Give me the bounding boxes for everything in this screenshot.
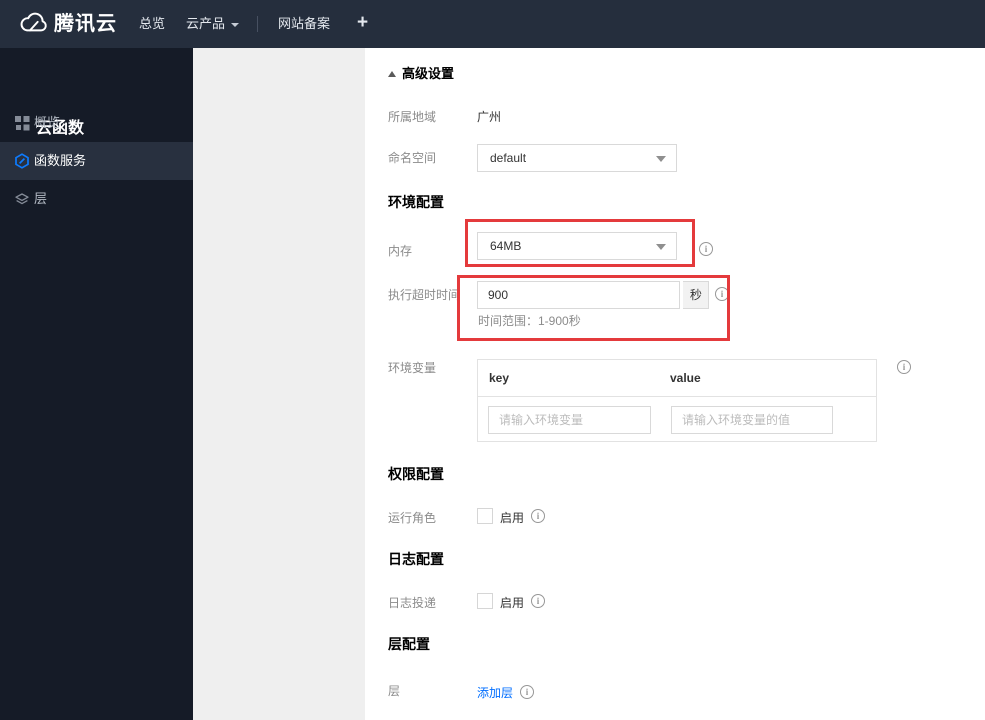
chevron-down-icon (231, 22, 240, 27)
memory-label: 内存 (388, 244, 413, 258)
chevron-down-icon (656, 156, 666, 162)
annotation-box-memory (465, 219, 695, 267)
sidebar-item-label: 概览 (34, 115, 61, 130)
collapsed-list-panel (193, 48, 365, 720)
sidebar-item-layers[interactable]: 层 (0, 180, 193, 218)
envvar-info-icon[interactable]: i (897, 360, 911, 374)
log-delivery-label: 日志投递 (388, 596, 437, 610)
region-value: 广州 (477, 110, 502, 124)
namespace-select[interactable]: default (477, 144, 677, 172)
topnav-cloud-products[interactable]: 云产品 (186, 0, 240, 48)
annotation-box-timeout (457, 275, 730, 341)
grid-overview-icon (15, 116, 30, 131)
permission-config-title: 权限配置 (388, 466, 444, 482)
sidebar-item-label: 函数服务 (34, 153, 87, 168)
run-role-enable-label: 启用 (500, 511, 525, 525)
environment-config-title: 环境配置 (388, 194, 444, 210)
sidebar-item-label: 层 (34, 191, 48, 206)
namespace-selected-value: default (490, 151, 527, 165)
namespace-label: 命名空间 (388, 151, 437, 165)
envvar-table: key value (477, 359, 877, 442)
log-config-title: 日志配置 (388, 551, 444, 567)
sidebar-item-function-service[interactable]: 函数服务 (0, 142, 193, 180)
advanced-settings-toggle[interactable]: 高级设置 (388, 66, 454, 81)
tencent-cloud-console: 腾讯云 总览 云产品 网站备案 + 云函数 概览 函数服务 层 高级设置 所属地… (0, 0, 985, 720)
sidebar-item-overview[interactable]: 概览 (0, 104, 193, 142)
layers-icon (15, 193, 29, 205)
collapse-arrow-icon (388, 71, 396, 77)
log-delivery-info-icon[interactable]: i (531, 594, 545, 608)
timeout-label: 执行超时时间 (388, 288, 461, 302)
function-service-icon (15, 153, 29, 169)
add-layer-info-icon[interactable]: i (520, 685, 534, 699)
log-delivery-enable-label: 启用 (500, 596, 525, 610)
topnav-add-button[interactable]: + (357, 0, 368, 48)
run-role-info-icon[interactable]: i (531, 509, 545, 523)
layer-label: 层 (388, 684, 401, 698)
run-role-enable-checkbox[interactable] (477, 508, 493, 524)
envvar-key-input[interactable] (488, 406, 651, 434)
envvar-key-header: key (489, 371, 510, 385)
topnav-website-beian[interactable]: 网站备案 (278, 0, 330, 48)
add-layer-link[interactable]: 添加层 (477, 686, 513, 700)
function-config-form: 高级设置 所属地域 广州 命名空间 default 环境配置 内存 64MB i… (365, 48, 985, 720)
run-role-label: 运行角色 (388, 511, 437, 525)
topbar: 腾讯云 总览 云产品 网站备案 + (0, 0, 985, 48)
memory-info-icon[interactable]: i (699, 242, 713, 256)
log-delivery-enable-checkbox[interactable] (477, 593, 493, 609)
envvar-label: 环境变量 (388, 361, 437, 375)
advanced-settings-label: 高级设置 (402, 66, 455, 81)
table-divider (478, 396, 876, 397)
region-label: 所属地域 (388, 110, 437, 124)
topnav-cloud-products-label: 云产品 (186, 16, 226, 31)
envvar-value-input[interactable] (671, 406, 833, 434)
envvar-value-header: value (670, 371, 701, 385)
sidebar: 云函数 概览 函数服务 层 (0, 48, 193, 720)
tencent-cloud-logo-icon[interactable] (16, 10, 50, 38)
layer-config-title: 层配置 (388, 636, 430, 652)
topnav-divider (257, 16, 258, 32)
brand-title[interactable]: 腾讯云 (54, 0, 117, 48)
topnav-overview[interactable]: 总览 (139, 0, 165, 48)
